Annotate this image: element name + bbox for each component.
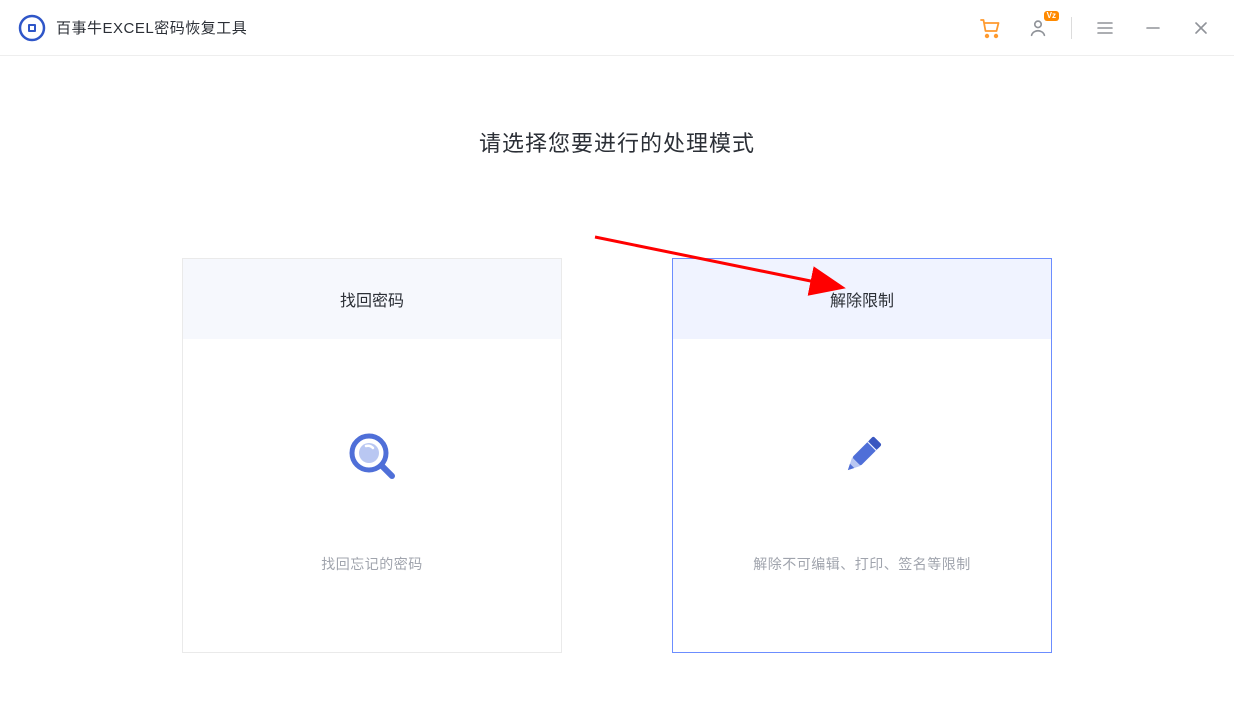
cart-icon[interactable] — [975, 13, 1005, 43]
card-body: 找回忘记的密码 — [183, 339, 561, 652]
card-body: 解除不可编辑、打印、签名等限制 — [673, 339, 1051, 652]
app-logo-icon — [18, 14, 46, 42]
user-icon[interactable]: Vz — [1023, 13, 1053, 43]
option-card-recover-password[interactable]: 找回密码 找回忘记的密码 — [182, 258, 562, 653]
cards-row: 找回密码 找回忘记的密码 解除限制 — [0, 258, 1234, 653]
card-title: 解除限制 — [673, 259, 1051, 339]
title-bar: 百事牛EXCEL密码恢复工具 Vz — [0, 0, 1234, 56]
vip-badge: Vz — [1044, 11, 1059, 21]
title-right: Vz — [975, 13, 1216, 43]
minimize-icon[interactable] — [1138, 13, 1168, 43]
card-desc: 找回忘记的密码 — [321, 554, 423, 574]
close-icon[interactable] — [1186, 13, 1216, 43]
magnifier-icon — [344, 428, 400, 484]
menu-icon[interactable] — [1090, 13, 1120, 43]
main-heading: 请选择您要进行的处理模式 — [0, 126, 1234, 158]
title-left: 百事牛EXCEL密码恢复工具 — [18, 14, 247, 42]
card-title: 找回密码 — [183, 259, 561, 339]
app-title: 百事牛EXCEL密码恢复工具 — [56, 17, 247, 38]
divider — [1071, 17, 1072, 39]
card-desc: 解除不可编辑、打印、签名等限制 — [753, 554, 971, 574]
pencil-icon — [834, 428, 890, 484]
option-card-remove-restriction[interactable]: 解除限制 解除不可编辑、打印、签名等限制 — [672, 258, 1052, 653]
